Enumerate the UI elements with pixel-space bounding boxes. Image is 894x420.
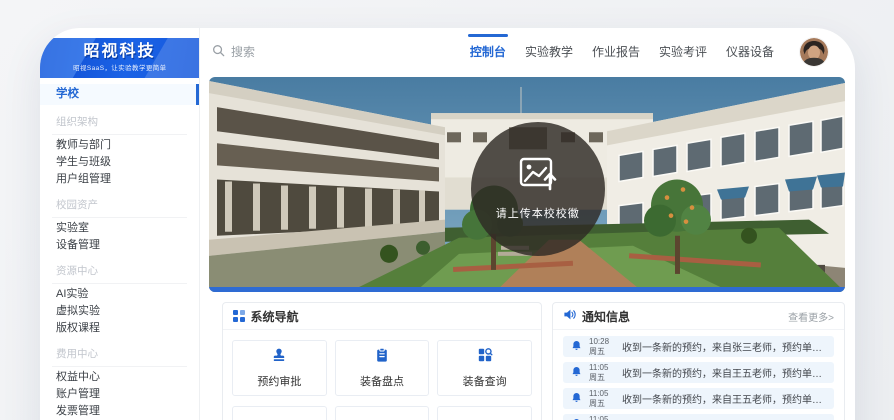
sidebar-item[interactable]: 用户组管理 bbox=[40, 171, 199, 188]
upload-prompt-text: 请上传本校校徽 bbox=[496, 205, 580, 221]
stamp-icon bbox=[271, 347, 287, 368]
upload-school-badge[interactable]: 请上传本校校徽 bbox=[471, 122, 605, 256]
sidebar-item[interactable]: 设备管理 bbox=[40, 237, 199, 254]
sidebar-menu: 学校 组织架构教师与部门学生与班级用户组管理校园资产实验室设备管理资源中心 AI实… bbox=[40, 78, 199, 420]
notice-item[interactable]: 11:05周五收到一条新的预约，来自王五老师，预约单号为：Y-0056，请尽快处… bbox=[563, 362, 834, 383]
bell-icon bbox=[571, 416, 582, 420]
tab-2[interactable]: 实验教学 bbox=[525, 28, 573, 75]
main-area: 搜索 控制台实验教学作业报告实验考评仪器设备 bbox=[200, 28, 855, 420]
user-avatar[interactable] bbox=[800, 38, 828, 66]
search-placeholder: 搜索 bbox=[231, 43, 255, 60]
sidebar-item[interactable]: 虚拟实验 bbox=[40, 303, 199, 320]
nav-card[interactable]: 装备盘点 bbox=[335, 340, 430, 396]
search-icon bbox=[212, 44, 225, 60]
tab-3[interactable]: 作业报告 bbox=[592, 28, 640, 75]
nav-card[interactable] bbox=[335, 406, 430, 420]
sidebar-item[interactable]: 账户管理 bbox=[40, 386, 199, 403]
hero-bottom-strip bbox=[209, 287, 845, 292]
upload-image-icon bbox=[519, 157, 557, 196]
system-nav-panel: 系统导航 预约审批 装备盘点 装备查询 bbox=[222, 302, 542, 420]
notice-text: 收到一条新的预约，来自王五老师，预约单号为：Y-0056，请尽快处理。 bbox=[622, 391, 826, 406]
nav-card[interactable] bbox=[232, 406, 327, 420]
sidebar-item[interactable]: 教师与部门 bbox=[40, 137, 199, 154]
nav-card[interactable] bbox=[437, 406, 532, 420]
notice-time: 11:05周五 bbox=[589, 415, 615, 420]
view-more-link[interactable]: 查看更多> bbox=[788, 309, 834, 324]
notice-item[interactable]: 10:28周五收到一条新的预约，来自张三老师，预约单号为：Y-0044，请尽快处… bbox=[563, 336, 834, 357]
sidebar-item[interactable]: 发票管理 bbox=[40, 403, 199, 420]
nav-card-label: 装备盘点 bbox=[360, 373, 404, 389]
brand-logo[interactable]: 昭视科技 昭视SaaS，让实验教学更简单 bbox=[40, 38, 199, 78]
nav-card-label: 装备查询 bbox=[463, 373, 507, 389]
campus-photo: 请上传本校校徽 bbox=[209, 77, 845, 292]
sidebar-group-title: 资源中心 bbox=[52, 263, 187, 284]
topbar: 搜索 控制台实验教学作业报告实验考评仪器设备 bbox=[200, 28, 855, 75]
notice-item[interactable]: 11:05周五收到一条新的预约，来自王五老师，预约单号为：Y-0056，请尽快处… bbox=[563, 388, 834, 409]
notice-time: 11:05周五 bbox=[589, 363, 615, 383]
grid-icon bbox=[233, 310, 245, 322]
bell-icon bbox=[571, 364, 582, 382]
sidebar-group-title: 组织架构 bbox=[52, 114, 187, 135]
sidebar-item[interactable]: 实验室 bbox=[40, 220, 199, 237]
sidebar-item[interactable]: 学生与班级 bbox=[40, 154, 199, 171]
sidebar-item[interactable]: 权益中心 bbox=[40, 369, 199, 386]
top-nav-tabs: 控制台实验教学作业报告实验考评仪器设备 bbox=[470, 28, 774, 75]
notice-text: 收到一条新的预约，来自张三老师，预约单号为：Y-0044，请尽快处理。 bbox=[622, 339, 826, 354]
notice-title: 通知信息 bbox=[582, 308, 630, 325]
tab-5[interactable]: 仪器设备 bbox=[726, 28, 774, 75]
sidebar-item[interactable]: 版权课程 bbox=[40, 320, 199, 337]
tab-4[interactable]: 实验考评 bbox=[659, 28, 707, 75]
sidebar-group-title: 校园资产 bbox=[52, 197, 187, 218]
brand-tagline: 昭视SaaS，让实验教学更简单 bbox=[73, 63, 166, 72]
sidebar: 昭视科技 昭视SaaS，让实验教学更简单 学校 组织架构教师与部门学生与班级用户… bbox=[40, 28, 200, 420]
sidebar-group-title: 费用中心 bbox=[52, 346, 187, 367]
sidebar-item[interactable]: AI实验 bbox=[40, 286, 199, 303]
app-window: 昭视科技 昭视SaaS，让实验教学更简单 学校 组织架构教师与部门学生与班级用户… bbox=[40, 28, 855, 420]
tab-1[interactable]: 控制台 bbox=[470, 28, 506, 75]
notice-time: 10:28周五 bbox=[589, 337, 615, 357]
sidebar-item-school[interactable]: 学校 bbox=[40, 84, 199, 105]
dashboard-panels: 系统导航 预约审批装备盘点装备查询 通知信息 查看更多> 10:28周五收到一条… bbox=[222, 302, 845, 420]
grid-search-icon bbox=[477, 347, 493, 368]
notice-text: 收到一条新的预约，来自王五老师，预约单号为：Y-0056，请尽快处理。 bbox=[622, 365, 826, 380]
system-nav-title: 系统导航 bbox=[251, 308, 299, 325]
notice-item[interactable]: 11:05周五收到一条新的预约，来自王五老师，预约单号为：Y-0056，请尽快处… bbox=[563, 414, 834, 420]
nav-card[interactable]: 预约审批 bbox=[232, 340, 327, 396]
nav-card[interactable]: 装备查询 bbox=[437, 340, 532, 396]
speaker-icon bbox=[563, 308, 576, 324]
nav-card-label: 预约审批 bbox=[257, 373, 301, 389]
notice-panel: 通知信息 查看更多> 10:28周五收到一条新的预约，来自张三老师，预约单号为：… bbox=[552, 302, 845, 420]
search-input[interactable]: 搜索 bbox=[212, 43, 372, 60]
desktop-background: 昭视科技 昭视SaaS，让实验教学更简单 学校 组织架构教师与部门学生与班级用户… bbox=[0, 0, 894, 420]
bell-icon bbox=[571, 390, 582, 408]
clipboard-icon bbox=[374, 347, 390, 368]
notice-time: 11:05周五 bbox=[589, 389, 615, 409]
bell-icon bbox=[571, 338, 582, 356]
brand-name: 昭视科技 bbox=[83, 43, 155, 61]
